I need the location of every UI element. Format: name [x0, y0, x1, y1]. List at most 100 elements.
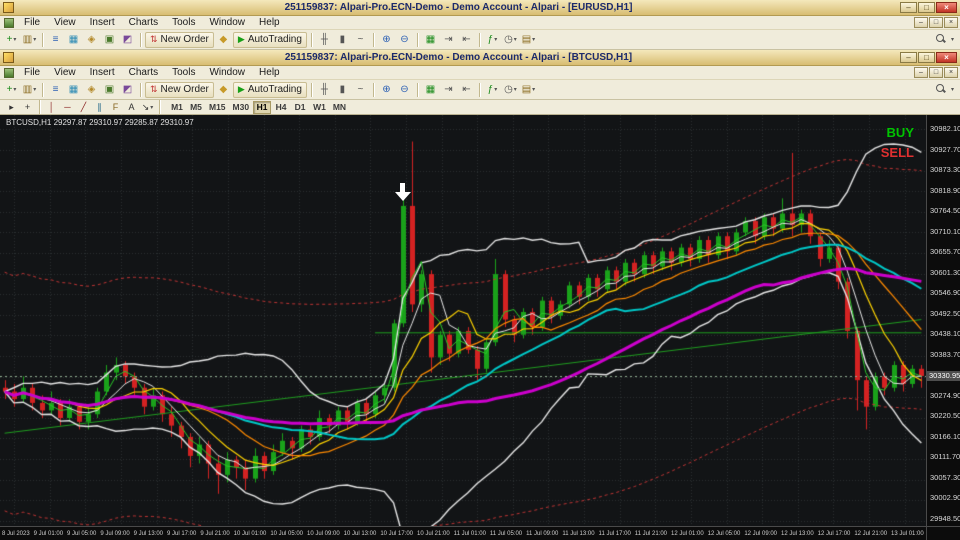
timeframe-button[interactable]: M30 [230, 101, 253, 114]
profiles-icon[interactable]: ▥ ▾ [21, 32, 38, 48]
vertical-line-tool-icon[interactable]: │ [44, 101, 59, 114]
menu-item[interactable]: Tools [165, 16, 202, 30]
menu-item[interactable]: Charts [122, 16, 165, 30]
dropdown-caret-icon[interactable]: ▾ [13, 36, 16, 43]
chart-shift-icon[interactable]: ⇤ [458, 82, 475, 98]
titlebar-btcusd[interactable]: 251159837: Alpari-Pro.ECN-Demo - Demo Ac… [0, 50, 960, 66]
menu-item[interactable]: Window [202, 16, 252, 30]
line-chart-icon[interactable]: ~ [352, 32, 369, 48]
dropdown-caret-icon[interactable]: ▾ [532, 86, 535, 93]
minimize-button[interactable]: – [900, 52, 917, 63]
dropdown-caret-icon[interactable]: ▾ [33, 36, 36, 43]
strategy-tester-icon[interactable]: ◩ [119, 82, 136, 98]
periods-icon[interactable]: ◷ ▾ [502, 82, 519, 98]
templates-icon[interactable]: ▤ ▾ [520, 32, 537, 48]
menu-item[interactable]: View [47, 66, 83, 80]
metaeditor-icon[interactable]: ◆ [215, 82, 232, 98]
navigator-icon[interactable]: ◈ [83, 32, 100, 48]
indicators-icon[interactable]: ƒ ▾ [484, 82, 501, 98]
dropdown-caret-icon[interactable]: ▾ [33, 86, 36, 93]
new-chart-icon[interactable]: + ▾ [3, 32, 20, 48]
trendline-tool-icon[interactable]: ╱ [76, 101, 91, 114]
strategy-tester-icon[interactable]: ◩ [119, 32, 136, 48]
bar-chart-icon[interactable]: ╫ [316, 32, 333, 48]
menu-item[interactable]: Tools [165, 66, 202, 80]
timeframe-button[interactable]: D1 [291, 101, 309, 114]
periods-icon[interactable]: ◷ ▾ [502, 32, 519, 48]
market-watch-icon[interactable]: ≡ [47, 82, 64, 98]
child-minimize-button[interactable]: – [914, 67, 928, 78]
tile-windows-icon[interactable]: ▦ [422, 82, 439, 98]
toolbar-overflow-chevron-icon[interactable]: ▾ [951, 36, 954, 43]
data-window-icon[interactable]: ▦ [65, 32, 82, 48]
terminal-icon[interactable]: ▣ [101, 32, 118, 48]
timeframe-button[interactable]: H4 [272, 101, 290, 114]
zoom-in-icon[interactable]: ⊕ [378, 82, 395, 98]
indicators-icon[interactable]: ƒ ▾ [484, 32, 501, 48]
search-icon[interactable] [935, 34, 947, 45]
crosshair-tool-icon[interactable]: + [20, 101, 35, 114]
timeframe-button[interactable]: M1 [168, 101, 186, 114]
menu-item[interactable]: Insert [83, 66, 122, 80]
timeframe-button[interactable]: M5 [187, 101, 205, 114]
dropdown-caret-icon[interactable]: ▾ [494, 36, 497, 43]
new-order-button[interactable]: ⇅ New Order [145, 31, 214, 48]
horizontal-line-tool-icon[interactable]: ─ [60, 101, 75, 114]
child-restore-button[interactable]: □ [929, 67, 943, 78]
text-tool-icon[interactable]: A [124, 101, 139, 114]
buy-label[interactable]: BUY [887, 125, 914, 140]
metaeditor-icon[interactable]: ◆ [215, 32, 232, 48]
chart-area[interactable]: BTCUSD,H1 29297.87 29310.97 29285.87 293… [0, 115, 960, 540]
terminal-icon[interactable]: ▣ [101, 82, 118, 98]
templates-icon[interactable]: ▤ ▾ [520, 82, 537, 98]
navigator-icon[interactable]: ◈ [83, 82, 100, 98]
toolbar-overflow-chevron-icon[interactable]: ▾ [951, 86, 954, 93]
close-button[interactable]: × [936, 2, 957, 13]
minimize-button[interactable]: – [900, 2, 917, 13]
child-minimize-button[interactable]: – [914, 17, 928, 28]
menu-item[interactable]: Charts [122, 66, 165, 80]
titlebar-eurusd[interactable]: 251159837: Alpari-Pro.ECN-Demo - Demo Ac… [0, 0, 960, 16]
price-chart-canvas[interactable] [0, 115, 926, 526]
timeframe-button[interactable]: W1 [310, 101, 329, 114]
bar-chart-icon[interactable]: ╫ [316, 82, 333, 98]
autotrading-button[interactable]: ▶ AutoTrading [232, 81, 307, 98]
zoom-out-icon[interactable]: ⊖ [396, 82, 413, 98]
dropdown-caret-icon[interactable]: ▾ [514, 86, 517, 93]
auto-scroll-icon[interactable]: ⇥ [440, 82, 457, 98]
arrows-tool-icon[interactable]: ↘ ▾ [140, 101, 155, 114]
dropdown-caret-icon[interactable]: ▾ [494, 86, 497, 93]
channel-tool-icon[interactable]: ∥ [92, 101, 107, 114]
child-restore-button[interactable]: □ [929, 17, 943, 28]
zoom-out-icon[interactable]: ⊖ [396, 32, 413, 48]
dropdown-caret-icon[interactable]: ▾ [514, 36, 517, 43]
restore-button[interactable]: □ [918, 52, 935, 63]
fibonacci-tool-icon[interactable]: F [108, 101, 123, 114]
line-chart-icon[interactable]: ~ [352, 82, 369, 98]
dropdown-caret-icon[interactable]: ▾ [532, 36, 535, 43]
cursor-tool-icon[interactable]: ▸ [4, 101, 19, 114]
child-close-button[interactable]: × [944, 67, 958, 78]
zoom-in-icon[interactable]: ⊕ [378, 32, 395, 48]
market-watch-icon[interactable]: ≡ [47, 32, 64, 48]
candlestick-chart-icon[interactable]: ▮ [334, 82, 351, 98]
autotrading-button[interactable]: ▶ AutoTrading [232, 31, 307, 48]
candlestick-chart-icon[interactable]: ▮ [334, 32, 351, 48]
new-order-button[interactable]: ⇅ New Order [145, 81, 214, 98]
profiles-icon[interactable]: ▥ ▾ [21, 82, 38, 98]
timeframe-button[interactable]: M15 [206, 101, 229, 114]
close-button[interactable]: × [936, 52, 957, 63]
menu-item[interactable]: File [17, 66, 47, 80]
child-close-button[interactable]: × [944, 17, 958, 28]
menu-item[interactable]: View [47, 16, 83, 30]
menu-item[interactable]: Help [252, 66, 287, 80]
dropdown-caret-icon[interactable]: ▾ [150, 104, 153, 111]
dropdown-caret-icon[interactable]: ▾ [13, 86, 16, 93]
restore-button[interactable]: □ [918, 2, 935, 13]
sell-label[interactable]: SELL [881, 145, 914, 160]
chart-shift-icon[interactable]: ⇤ [458, 32, 475, 48]
menu-item[interactable]: Help [252, 16, 287, 30]
menu-item[interactable]: Window [202, 66, 252, 80]
menu-item[interactable]: File [17, 16, 47, 30]
timeframe-button[interactable]: H1 [253, 100, 272, 114]
